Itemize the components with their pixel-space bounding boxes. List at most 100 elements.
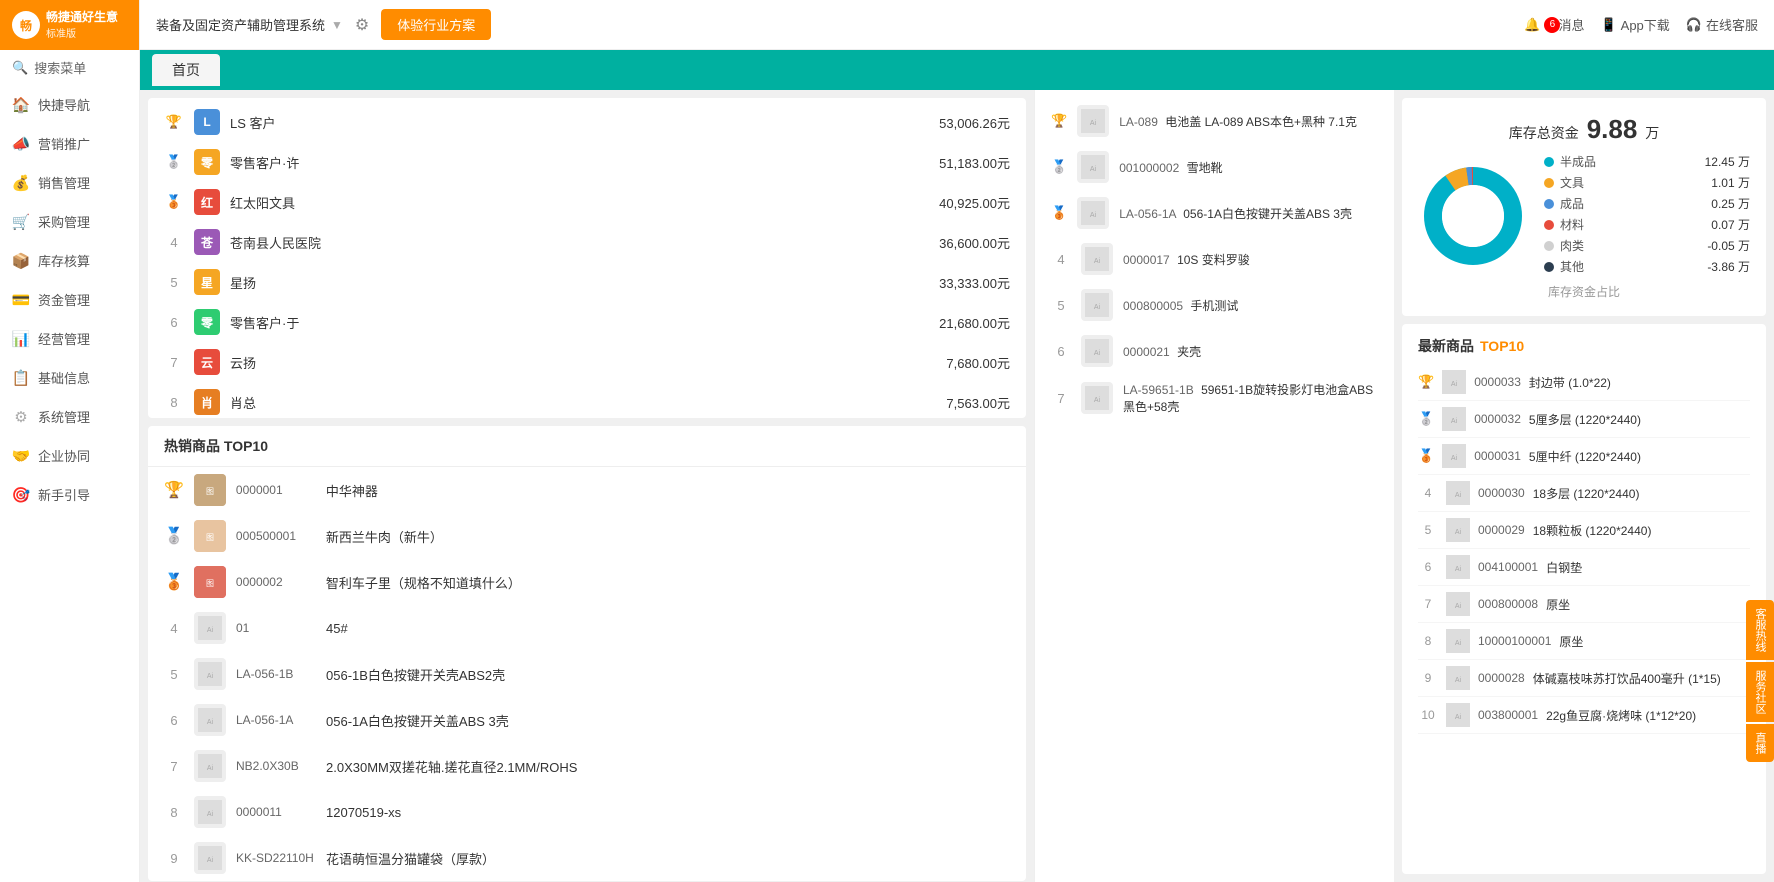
notification-label: 消息 [1558, 15, 1584, 34]
sidebar-item-marketing[interactable]: 📣 营销推广 [0, 124, 139, 163]
legend-item: 半成品 12.45 万 [1544, 153, 1750, 170]
rank-number: 6 [1051, 344, 1071, 359]
purchase-icon: 🛒 [12, 213, 30, 231]
product-code: 0000029 [1478, 523, 1525, 537]
avatar: 星 [194, 269, 220, 295]
product-image: Ai [1442, 370, 1466, 394]
svg-text:图: 图 [206, 533, 214, 542]
sidebar-item-sales[interactable]: 💰 销售管理 [0, 163, 139, 202]
product-image: Ai [1446, 629, 1470, 653]
customer-name: 云扬 [230, 353, 936, 372]
product-code: 0000002 [236, 575, 316, 589]
rank-number: 🥈 [164, 154, 184, 170]
table-row: 7 云 云扬 7,680.00元 [148, 342, 1026, 382]
customer-name: 零售客户·于 [230, 313, 929, 332]
hot-products-header: 热销商品 TOP10 [148, 426, 1026, 467]
hot-products-title: 热销商品 TOP10 [164, 436, 268, 456]
hot-products-section: 热销商品 TOP10 🏆 图 0000001 中华神器 🥈 图 [148, 426, 1026, 881]
product-name: 雪地靴 [1187, 161, 1223, 175]
sidebar-item-system[interactable]: ⚙ 系统管理 [0, 397, 139, 436]
inventory-total: 库存总资金 9.88 万 [1418, 114, 1750, 145]
donut-legend: 半成品 12.45 万 文具 1.01 万 成品 0.25 万 [1544, 153, 1750, 279]
legend-item: 其他 -3.86 万 [1544, 258, 1750, 275]
app-download-item[interactable]: 📱 App下载 [1600, 15, 1669, 34]
sidebar-item-basic-info[interactable]: 📋 基础信息 [0, 358, 139, 397]
sidebar-item-purchase[interactable]: 🛒 采购管理 [0, 202, 139, 241]
product-name: 智利车子里（规格不知道填什么） [326, 573, 1010, 592]
svg-text:Ai: Ai [1455, 529, 1462, 536]
notification-item[interactable]: 🔔 6 消息 [1524, 15, 1584, 34]
content-area: 🏆 L LS 客户 53,006.26元 🥈 零 零售客户·许 51,183.0… [140, 90, 1774, 882]
customer-name: 星扬 [230, 273, 929, 292]
rank-number: 5 [164, 667, 184, 682]
product-code: 10000100001 [1478, 634, 1551, 648]
top-sold-products-panel: 🏆 Ai LA-089 电池盖 LA-089 ABS本色+黑种 7.1克 🥈 A… [1034, 90, 1394, 882]
customer-amount: 33,333.00元 [939, 273, 1010, 292]
list-item: 🏆 图 0000001 中华神器 [148, 467, 1026, 513]
trial-btn[interactable]: 体验行业方案 [381, 9, 491, 40]
list-item: 🥉 图 0000002 智利车子里（规格不知道填什么） [148, 559, 1026, 605]
rank-number: 9 [164, 851, 184, 866]
latest-products-header: 最新商品 TOP10 [1418, 336, 1750, 356]
gear-icon[interactable]: ⚙ [355, 15, 369, 35]
sidebar-item-quick-nav[interactable]: 🏠 快捷导航 [0, 85, 139, 124]
donut-chart [1418, 161, 1528, 271]
rank-number: 10 [1418, 708, 1438, 722]
product-code: 001000002 [1119, 161, 1179, 175]
product-image: Ai [194, 796, 226, 828]
product-code: 000800008 [1478, 597, 1538, 611]
rank-number: 7 [1051, 391, 1071, 406]
rank-number: 🥉 [164, 194, 184, 210]
notification-icon: 🔔 [1524, 17, 1540, 33]
tab-home[interactable]: 首页 [152, 54, 220, 86]
rank-number: 5 [164, 275, 184, 290]
product-image: Ai [194, 612, 226, 644]
float-btn-live[interactable]: 直播 [1746, 724, 1774, 762]
online-service-item[interactable]: 🎧 在线客服 [1686, 15, 1758, 34]
product-image: 图 [194, 474, 226, 506]
rank-number: 🏆 [164, 114, 184, 130]
product-image: 图 [194, 520, 226, 552]
float-btn-community[interactable]: 服务社区 [1746, 662, 1774, 722]
svg-text:图: 图 [206, 579, 214, 588]
customer-amount: 36,600.00元 [939, 233, 1010, 252]
product-image: Ai [1446, 592, 1470, 616]
float-btn-customer-service[interactable]: 客服热线 [1746, 600, 1774, 660]
rank-trophy-icon: 🥈 [1051, 159, 1067, 175]
customer-amount: 7,563.00元 [946, 393, 1010, 412]
sidebar-item-finance[interactable]: 💳 资金管理 [0, 280, 139, 319]
svg-text:Ai: Ai [1090, 166, 1097, 173]
legend-dot [1544, 199, 1554, 209]
list-item: 5 Ai LA-056-1B 056-1B白色按键开关壳ABS2壳 [148, 651, 1026, 697]
sidebar-item-operations[interactable]: 📊 经营管理 [0, 319, 139, 358]
operations-icon: 📊 [12, 330, 30, 348]
product-image: Ai [1446, 555, 1470, 579]
search-icon: 🔍 [12, 60, 28, 76]
product-image: 图 [194, 566, 226, 598]
customers-section: 🏆 L LS 客户 53,006.26元 🥈 零 零售客户·许 51,183.0… [148, 98, 1026, 418]
product-code: 01 [236, 621, 316, 635]
avatar: 零 [194, 149, 220, 175]
product-code: 0000031 [1474, 449, 1521, 463]
product-name: 夹壳 [1177, 345, 1201, 359]
sidebar-item-guide[interactable]: 🎯 新手引导 [0, 475, 139, 514]
search-menu[interactable]: 🔍 搜索菜单 [0, 50, 139, 85]
inventory-icon: 📦 [12, 252, 30, 270]
product-image: Ai [194, 842, 226, 874]
svg-text:Ai: Ai [207, 765, 214, 772]
legend-item: 成品 0.25 万 [1544, 195, 1750, 212]
product-image: Ai [1081, 289, 1113, 321]
customer-name: 苍南县人民医院 [230, 233, 929, 252]
table-row: 🥉 红 红太阳文具 40,925.00元 [148, 182, 1026, 222]
list-item: 5 Ai 000800005 手机测试 [1035, 282, 1394, 328]
sidebar-item-inventory[interactable]: 📦 库存核算 [0, 241, 139, 280]
rank-trophy-icon: 🏆 [1051, 113, 1067, 129]
basic-info-icon: 📋 [12, 369, 30, 387]
sidebar-item-cooperation[interactable]: 🤝 企业协同 [0, 436, 139, 475]
system-name-text: 装备及固定资产辅助管理系统 [156, 15, 325, 34]
legend-dot [1544, 262, 1554, 272]
product-code: 0000011 [236, 805, 316, 819]
product-code: LA-089 [1119, 115, 1158, 129]
list-item: 4 Ai 0000030 18多层 (1220*2440) [1418, 475, 1750, 512]
system-name-selector[interactable]: 装备及固定资产辅助管理系统 ▼ [156, 15, 343, 34]
